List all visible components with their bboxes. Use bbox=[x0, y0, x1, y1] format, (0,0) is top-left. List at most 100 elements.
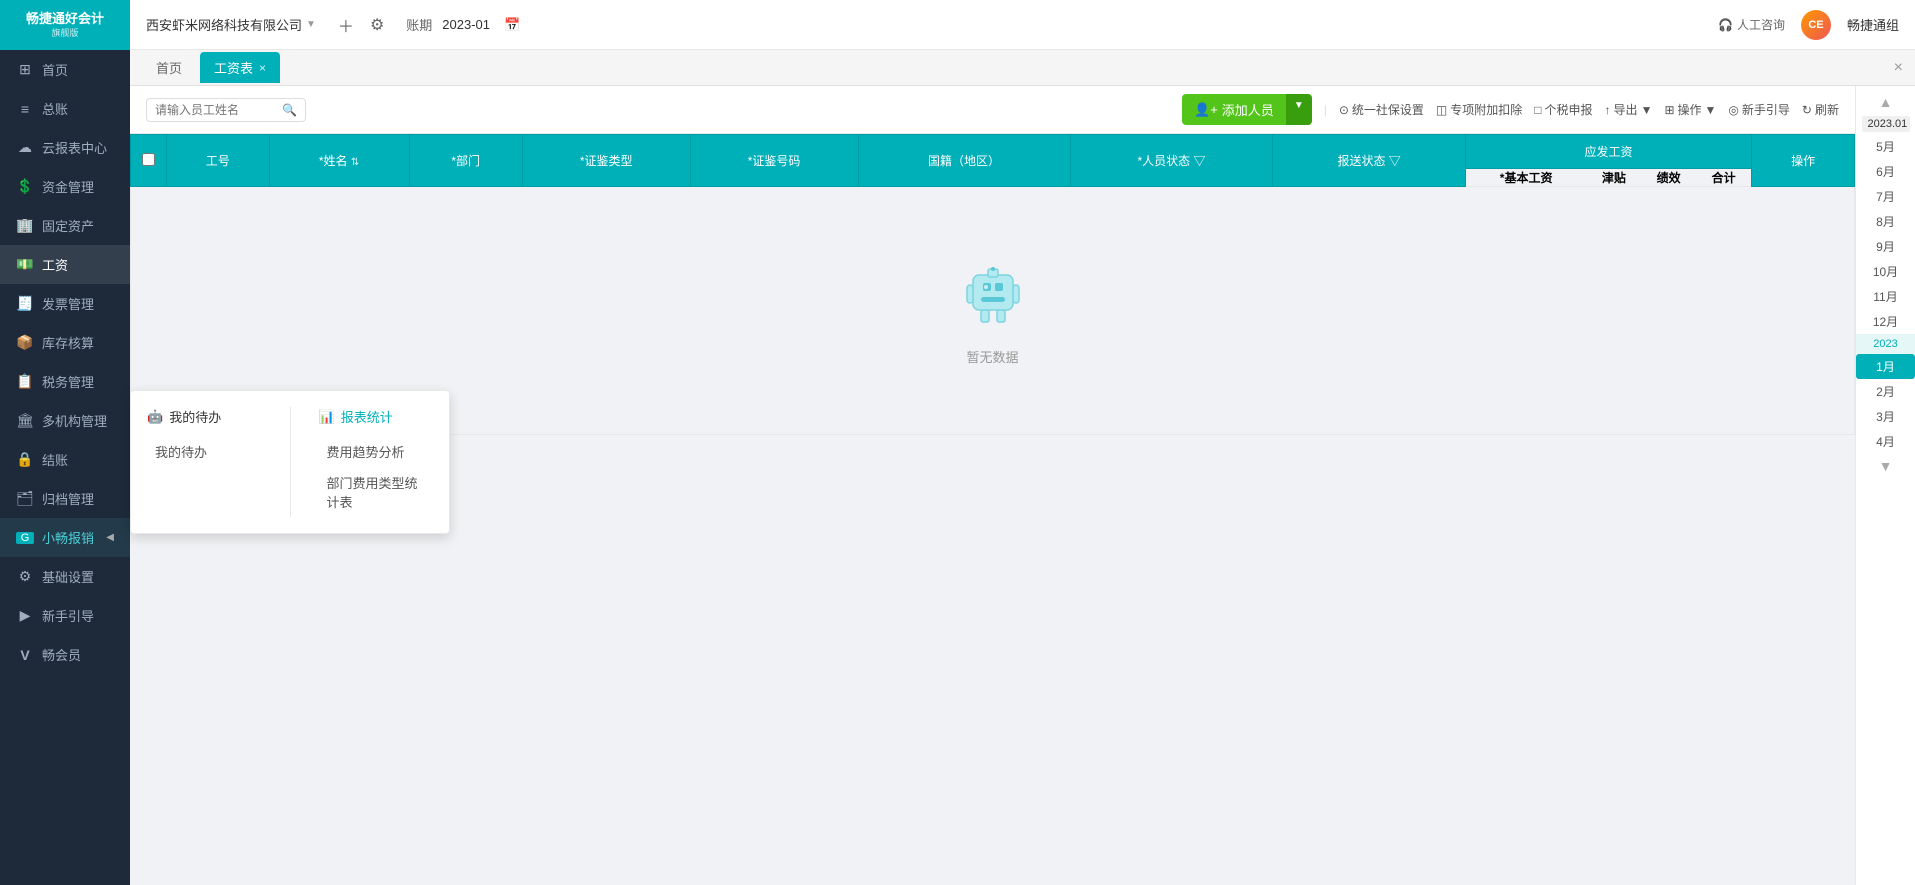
cal-month-2[interactable]: 2月 bbox=[1856, 379, 1915, 404]
th-total: 合计 bbox=[1696, 169, 1752, 187]
logo-subtitle: 旗舰版 bbox=[51, 26, 78, 39]
search-box[interactable]: 🔍 bbox=[146, 98, 306, 122]
cal-month-8[interactable]: 8月 bbox=[1856, 209, 1915, 234]
popup-item-my-todos[interactable]: 我的待办 bbox=[147, 436, 262, 467]
sidebar-label-guide: 新手引导 bbox=[42, 606, 94, 625]
cal-month-1[interactable]: 1月 bbox=[1856, 354, 1915, 379]
sidebar-item-archive[interactable]: 🗂 归档管理 bbox=[0, 479, 130, 518]
social-icon: ⊙ bbox=[1339, 103, 1349, 117]
popup-section-todos: 🤖 我的待办 我的待办 bbox=[147, 407, 262, 517]
export-btn[interactable]: ↑ 导出 ▼ bbox=[1605, 101, 1653, 118]
sidebar-item-asset[interactable]: 🏢 固定资产 bbox=[0, 206, 130, 245]
filter-report-icon[interactable]: ▽ bbox=[1389, 154, 1401, 168]
user-name[interactable]: 畅捷通组 bbox=[1847, 15, 1899, 34]
service-label: 人工咨询 bbox=[1737, 16, 1785, 33]
tab-close-window-icon[interactable]: × bbox=[1894, 59, 1903, 77]
company-name-text: 西安虾米网络科技有限公司 bbox=[146, 15, 302, 34]
sidebar-label-fund: 资金管理 bbox=[42, 177, 94, 196]
operate-btn[interactable]: ⊞ 操作 ▼ bbox=[1664, 101, 1716, 118]
cal-year-label: 2023.01 bbox=[1862, 116, 1910, 132]
cal-month-11[interactable]: 11月 bbox=[1856, 284, 1915, 309]
tab-close-icon[interactable]: × bbox=[259, 61, 266, 75]
invoice-icon: 🧾 bbox=[16, 295, 34, 312]
cal-prev-icon[interactable]: ▲ bbox=[1875, 90, 1897, 114]
cal-next-icon[interactable]: ▼ bbox=[1875, 454, 1897, 478]
sidebar-item-multi-org[interactable]: 🏛 多机构管理 bbox=[0, 401, 130, 440]
tab-bar: 首页 工资表 × × bbox=[130, 50, 1915, 86]
guide-btn[interactable]: ◎ 新手引导 bbox=[1728, 101, 1790, 118]
select-all-checkbox[interactable] bbox=[142, 153, 155, 166]
cal-month-9[interactable]: 9月 bbox=[1856, 234, 1915, 259]
sidebar-item-fund[interactable]: 💲 资金管理 bbox=[0, 167, 130, 206]
th-cert-no: *证鉴号码 bbox=[690, 135, 858, 187]
inventory-icon: 📦 bbox=[16, 334, 34, 351]
settings-icon[interactable]: ⚙ bbox=[366, 11, 388, 39]
sidebar-item-close[interactable]: 🔒 结账 bbox=[0, 440, 130, 479]
sidebar-item-invoice[interactable]: 🧾 发票管理 bbox=[0, 284, 130, 323]
cal-month-10[interactable]: 10月 bbox=[1856, 259, 1915, 284]
cal-month-4[interactable]: 4月 bbox=[1856, 429, 1915, 454]
add-btn-dropdown[interactable]: ▼ bbox=[1286, 94, 1312, 125]
top-bar: 西安虾米网络科技有限公司 ▼ ＋ ⚙ 账期 2023-01 📅 🎧 人工咨询 C… bbox=[130, 0, 1915, 50]
operate-icon: ⊞ bbox=[1664, 103, 1674, 117]
cal-month-3[interactable]: 3月 bbox=[1856, 404, 1915, 429]
user-avatar[interactable]: CE bbox=[1801, 10, 1831, 40]
popup-title-reports[interactable]: 📊 报表统计 bbox=[319, 407, 434, 426]
search-icon[interactable]: 🔍 bbox=[282, 103, 297, 117]
social-insurance-btn[interactable]: ⊙ 统一社保设置 bbox=[1339, 101, 1424, 118]
refresh-btn[interactable]: ↻ 刷新 bbox=[1802, 101, 1839, 118]
sort-name-icon[interactable]: ⇅ bbox=[351, 157, 359, 168]
sidebar-menu: ⊞ 首页 ≡ 总账 ☁ 云报表中心 💲 资金管理 🏢 固定资产 💵 工资 🧾 发… bbox=[0, 50, 130, 885]
sidebar-item-home[interactable]: ⊞ 首页 bbox=[0, 50, 130, 89]
close-accounts-icon: 🔒 bbox=[16, 451, 34, 468]
sidebar-item-cloud-report[interactable]: ☁ 云报表中心 bbox=[0, 128, 130, 167]
tab-salary[interactable]: 工资表 × bbox=[200, 52, 280, 83]
home-icon: ⊞ bbox=[16, 61, 34, 78]
sidebar-label-asset: 固定资产 bbox=[42, 216, 94, 235]
sidebar-label-basic: 基础设置 bbox=[42, 567, 94, 586]
sidebar-label-ledger: 总账 bbox=[42, 99, 68, 118]
tab-home[interactable]: 首页 bbox=[142, 52, 196, 83]
reports-icon: 📊 bbox=[319, 409, 335, 425]
popup-item-dept-expense[interactable]: 部门费用类型统计表 bbox=[319, 467, 434, 517]
tax-report-btn[interactable]: □ 个税申报 bbox=[1534, 101, 1592, 118]
th-report-status: 报送状态 ▽ bbox=[1273, 135, 1465, 187]
add-person-button[interactable]: 👤+ 添加人员 bbox=[1182, 94, 1286, 125]
th-number-label: 工号 bbox=[206, 154, 230, 168]
sidebar-item-ledger[interactable]: ≡ 总账 bbox=[0, 89, 130, 128]
popup-title-todos[interactable]: 🤖 我的待办 bbox=[147, 407, 262, 426]
sidebar-item-basic[interactable]: ⚙ 基础设置 bbox=[0, 557, 130, 596]
th-checkbox bbox=[131, 135, 167, 187]
cal-month-5[interactable]: 5月 bbox=[1856, 134, 1915, 159]
add-company-icon[interactable]: ＋ bbox=[334, 9, 358, 41]
th-allowance: 津贴 bbox=[1586, 169, 1641, 187]
empty-text: 暂无数据 bbox=[966, 347, 1018, 366]
sidebar-label-xiaochang: 小畅报销 bbox=[42, 528, 94, 547]
sidebar-item-member[interactable]: V 畅会员 bbox=[0, 635, 130, 674]
tax-report-icon: □ bbox=[1534, 103, 1541, 117]
company-selector[interactable]: 西安虾米网络科技有限公司 ▼ bbox=[146, 15, 316, 34]
sidebar-item-tax[interactable]: 📋 税务管理 bbox=[0, 362, 130, 401]
sidebar-label-cloud: 云报表中心 bbox=[42, 138, 107, 157]
popup-item-expense-trend[interactable]: 费用趋势分析 bbox=[319, 436, 434, 467]
todos-icon: 🤖 bbox=[147, 409, 163, 425]
sidebar-item-guide[interactable]: ▶ 新手引导 bbox=[0, 596, 130, 635]
sidebar-item-salary[interactable]: 💵 工资 bbox=[0, 245, 130, 284]
popup-section-reports: 📊 报表统计 费用趋势分析 部门费用类型统计表 bbox=[319, 407, 434, 517]
service-button[interactable]: 🎧 人工咨询 bbox=[1718, 16, 1785, 33]
cal-month-12[interactable]: 12月 bbox=[1856, 309, 1915, 334]
sidebar-label-invoice: 发票管理 bbox=[42, 294, 94, 313]
tax-deduct-btn[interactable]: ◫ 专项附加扣除 bbox=[1436, 101, 1522, 118]
th-name-label: *姓名 bbox=[319, 154, 348, 168]
cal-month-6[interactable]: 6月 bbox=[1856, 159, 1915, 184]
sidebar-label-archive: 归档管理 bbox=[42, 489, 94, 508]
popup-sections: 🤖 我的待办 我的待办 📊 报表统计 费用趋势分析 部门费用类型统计表 bbox=[147, 407, 433, 517]
cal-month-7[interactable]: 7月 bbox=[1856, 184, 1915, 209]
th-actions: 操作 bbox=[1752, 135, 1855, 187]
sidebar-item-xiaochang[interactable]: G 小畅报销 ◀ bbox=[0, 518, 130, 557]
search-input[interactable] bbox=[155, 103, 278, 117]
filter-status-icon[interactable]: ▽ bbox=[1194, 154, 1206, 168]
tab-salary-label: 工资表 bbox=[214, 58, 253, 77]
calendar-icon[interactable]: 📅 bbox=[500, 13, 524, 37]
sidebar-item-inventory[interactable]: 📦 库存核算 bbox=[0, 323, 130, 362]
